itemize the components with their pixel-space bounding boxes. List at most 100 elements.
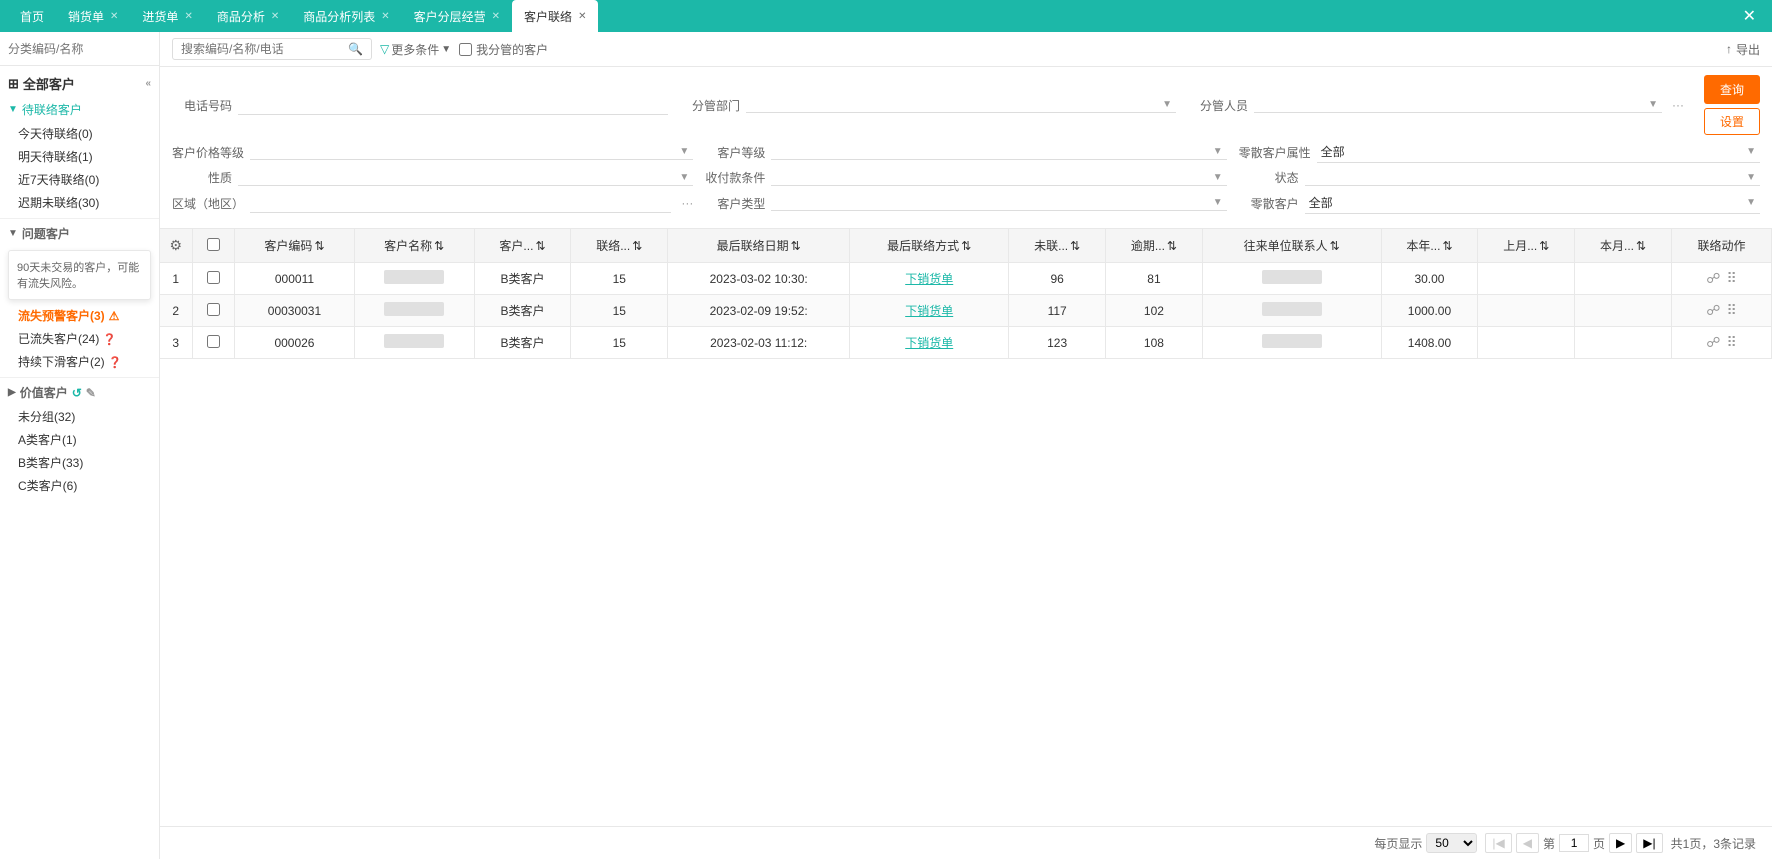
col-type-header[interactable]: 客户... ⇅: [474, 229, 571, 263]
page-input[interactable]: [1559, 834, 1589, 852]
per-page-select[interactable]: 50 20 100: [1426, 833, 1477, 853]
cell-type-0: B类客户: [474, 263, 571, 295]
filter-manager-label: 分管人员: [1188, 97, 1248, 114]
group-problem-customers[interactable]: ▼ 问题客户: [0, 218, 159, 246]
contact-action-icon-1[interactable]: ☍: [1706, 302, 1720, 319]
my-customers-checkbox[interactable]: [459, 43, 472, 56]
more-action-icon-0[interactable]: ⠿: [1726, 270, 1736, 287]
sidebar-item-7days[interactable]: 近7天待联络(0): [0, 168, 159, 191]
col-last-month-header[interactable]: 上月... ⇅: [1478, 229, 1575, 263]
tab-analysis-close[interactable]: ✕: [271, 11, 279, 22]
export-button[interactable]: ↑ 导出: [1726, 41, 1760, 58]
sidebar-search-input[interactable]: [8, 42, 160, 56]
col-overdue-header[interactable]: 逾期... ⇅: [1106, 229, 1203, 263]
sidebar-item-churned[interactable]: 已流失客户(24) ❓: [0, 327, 159, 350]
tab-customer-contact[interactable]: 客户联络 ✕: [512, 0, 598, 32]
tab-customer-contact-close[interactable]: ✕: [578, 11, 586, 22]
filter-payment-select[interactable]: ▼: [771, 170, 1226, 186]
sidebar-item-a-class[interactable]: A类客户(1): [0, 428, 159, 451]
tab-purchase[interactable]: 进货单 ✕: [130, 0, 204, 32]
sort-icon-2: ⇅: [434, 239, 444, 253]
filter-retail-select[interactable]: 全部 ▼: [1305, 192, 1760, 214]
contact-action-icon-2[interactable]: ☍: [1706, 334, 1720, 351]
sidebar-item-churn-warning[interactable]: 流失预警客户(3) ⚠: [0, 304, 159, 327]
tab-customer-tier-close[interactable]: ✕: [492, 11, 500, 22]
filter-retail-attr-select[interactable]: 全部 ▼: [1317, 141, 1760, 163]
tab-analysis[interactable]: 商品分析 ✕: [205, 0, 291, 32]
all-customers-header[interactable]: ⊞ 全部客户 «: [0, 66, 159, 97]
more-action-icon-1[interactable]: ⠿: [1726, 302, 1736, 319]
last-method-link-0[interactable]: 下销货单: [905, 272, 953, 286]
contact-action-icon-0[interactable]: ☍: [1706, 270, 1720, 287]
filter-row-1: 电话号码 分管部门 ▼ 分管人员 ▼ ···: [172, 75, 1760, 135]
payment-chevron-icon: ▼: [1213, 172, 1223, 183]
tab-purchase-close[interactable]: ✕: [184, 11, 192, 22]
filter-cust-type: 客户类型 ▼: [705, 195, 1226, 212]
filter-phone-input[interactable]: [238, 96, 668, 115]
filter-cust-type-select[interactable]: ▼: [771, 195, 1226, 211]
tab-analysis-list-close[interactable]: ✕: [381, 11, 389, 22]
manager-dots-icon[interactable]: ···: [1672, 98, 1684, 112]
table-row: 1 000011 B类客户 15 2023-03-02 10:30: 下销货单 …: [160, 263, 1772, 295]
edit-icon[interactable]: ✎: [86, 386, 96, 400]
cell-overdue-0: 81: [1106, 263, 1203, 295]
sidebar-item-c-class[interactable]: C类客户(6): [0, 474, 159, 497]
col-this-year-header[interactable]: 本年... ⇅: [1381, 229, 1478, 263]
col-uncontact-header[interactable]: 未联... ⇅: [1009, 229, 1106, 263]
tab-customer-tier[interactable]: 客户分层经营 ✕: [402, 0, 512, 32]
tab-sales[interactable]: 销货单 ✕: [56, 0, 130, 32]
next-page-button[interactable]: ▶: [1609, 833, 1632, 853]
col-last-method-header[interactable]: 最后联络方式 ⇅: [850, 229, 1009, 263]
prev-page-button[interactable]: ◀: [1516, 833, 1539, 853]
settings-button[interactable]: 设置: [1704, 108, 1760, 135]
last-method-link-2[interactable]: 下销货单: [905, 336, 953, 350]
row-checkbox-0[interactable]: [207, 271, 220, 284]
tab-analysis-list[interactable]: 商品分析列表 ✕: [291, 0, 401, 32]
cell-name-0: [354, 263, 474, 295]
cell-last-method-2: 下销货单: [850, 327, 1009, 359]
tab-home[interactable]: 首页: [8, 0, 56, 32]
sidebar-item-today[interactable]: 今天待联络(0): [0, 122, 159, 145]
group-waiting-contact[interactable]: ▼ 待联络客户: [0, 97, 159, 122]
region-dots-icon[interactable]: ···: [681, 196, 693, 210]
search-input[interactable]: [181, 42, 348, 56]
col-last-date-header[interactable]: 最后联络日期 ⇅: [668, 229, 850, 263]
window-close-button[interactable]: ✕: [1735, 6, 1764, 26]
sidebar-item-b-class[interactable]: B类客户(33): [0, 451, 159, 474]
search-button[interactable]: 🔍: [348, 42, 363, 56]
last-method-link-1[interactable]: 下销货单: [905, 304, 953, 318]
cell-last-date-0: 2023-03-02 10:30:: [668, 263, 850, 295]
col-code-header[interactable]: 客户编码 ⇅: [235, 229, 355, 263]
first-page-button[interactable]: |◀: [1485, 833, 1511, 853]
filter-dept-select[interactable]: ▼: [746, 97, 1176, 113]
table-settings-gear-icon[interactable]: ⚙: [169, 237, 182, 253]
col-contact-header[interactable]: 联络... ⇅: [571, 229, 668, 263]
group-value-customers[interactable]: ▶ 价值客户 ↺ ✎: [0, 377, 159, 405]
select-all-checkbox[interactable]: [207, 238, 220, 251]
filter-price-grade-select[interactable]: ▼: [250, 144, 693, 160]
col-name-header[interactable]: 客户名称 ⇅: [354, 229, 474, 263]
page-suffix: 页: [1593, 835, 1605, 852]
cell-overdue-2: 108: [1106, 327, 1203, 359]
filter-status: 状态 ▼: [1239, 169, 1760, 186]
filter-region-input[interactable]: [250, 194, 671, 213]
filter-customer-grade-select[interactable]: ▼: [771, 144, 1226, 160]
cell-overdue-1: 102: [1106, 295, 1203, 327]
row-checkbox-2[interactable]: [207, 335, 220, 348]
filter-nature-select[interactable]: ▼: [238, 170, 693, 186]
col-person-header[interactable]: 往来单位联系人 ⇅: [1202, 229, 1381, 263]
filter-status-select[interactable]: ▼: [1305, 170, 1760, 186]
sidebar-item-overdue[interactable]: 迟期未联络(30): [0, 191, 159, 214]
more-action-icon-2[interactable]: ⠿: [1726, 334, 1736, 351]
last-page-button[interactable]: ▶|: [1636, 833, 1662, 853]
tab-sales-close[interactable]: ✕: [110, 11, 118, 22]
sidebar-item-declining[interactable]: 持续下滑客户(2) ❓: [0, 350, 159, 373]
query-button[interactable]: 查询: [1704, 75, 1760, 104]
more-filter-button[interactable]: ▽ 更多条件 ▼: [380, 41, 451, 58]
sidebar-item-tomorrow[interactable]: 明天待联络(1): [0, 145, 159, 168]
row-checkbox-1[interactable]: [207, 303, 220, 316]
sidebar-item-ungrouped[interactable]: 未分组(32): [0, 405, 159, 428]
filter-manager-select[interactable]: ▼: [1254, 97, 1662, 113]
refresh-icon[interactable]: ↺: [72, 386, 82, 400]
col-this-month-header[interactable]: 本月... ⇅: [1575, 229, 1672, 263]
